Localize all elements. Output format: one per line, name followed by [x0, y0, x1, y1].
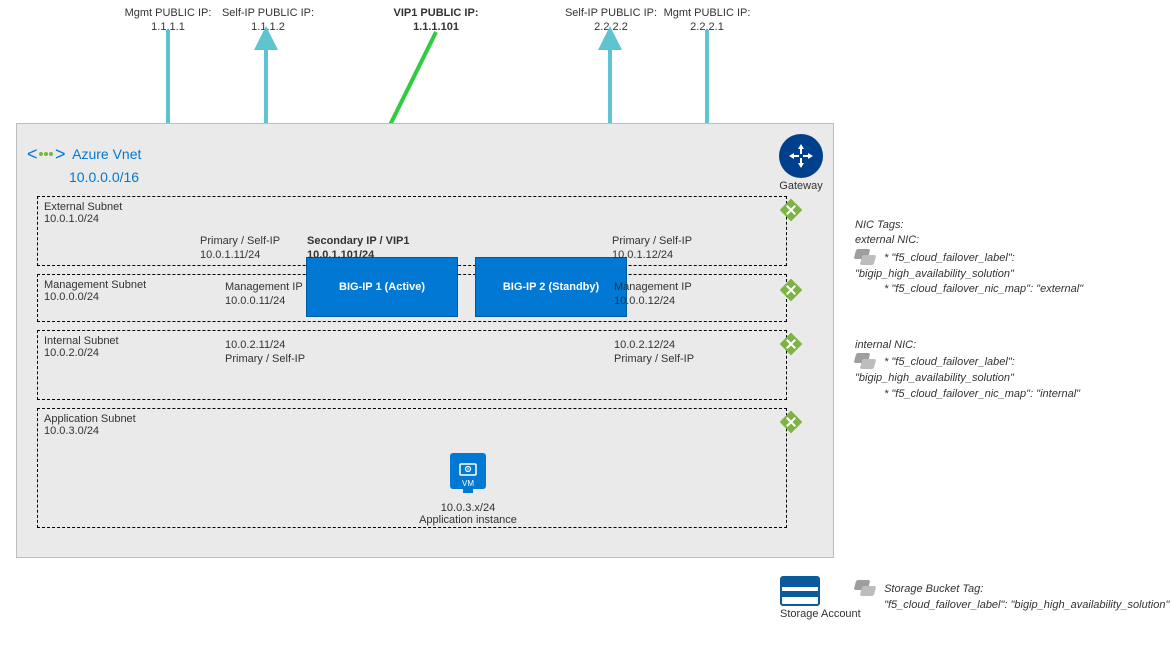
internal-nic-header: internal NIC: — [855, 338, 1171, 353]
external-nic-header: external NIC: — [855, 233, 1171, 248]
int-tag-2: * "f5_cloud_failover_nic_map": "internal… — [884, 388, 1080, 400]
application-subnet: Application Subnet 10.0.3.0/24 VM 10.0.3… — [37, 408, 787, 528]
azure-vnet-container: <> Azure Vnet 10.0.0.0/16 External Subne… — [16, 123, 834, 558]
vnet-icon: <> — [27, 142, 65, 169]
tag-icon — [855, 353, 877, 371]
svg-text:>: > — [55, 144, 65, 164]
internal-nic-tags: internal NIC: * "f5_cloud_failover_label… — [855, 338, 1171, 402]
storage-tag-value: "f5_cloud_failover_label": "bigip_high_a… — [884, 599, 1169, 611]
mgmt2-nic: Management IP 10.0.0.12/24 — [614, 280, 692, 309]
storage-icon — [780, 576, 820, 606]
external-nic-tags: NIC Tags: external NIC: * "f5_cloud_fail… — [855, 218, 1171, 298]
bigip-1-active: BIG-IP 1 (Active) — [306, 257, 458, 317]
ext-primary1-nic: Primary / Self-IP 10.0.1.11/24 — [200, 234, 280, 263]
int-tag-1: * "f5_cloud_failover_label": "bigip_high… — [855, 356, 1015, 384]
nic-tags-header: NIC Tags: — [855, 218, 1171, 233]
ext-tag-2: * "f5_cloud_failover_nic_map": "external… — [884, 283, 1083, 295]
vnet-header: <> Azure Vnet 10.0.0.0/16 — [27, 142, 141, 185]
storage-bucket-tag: Storage Bucket Tag: "f5_cloud_failover_l… — [855, 580, 1169, 613]
int1-nic: 10.0.2.11/24 Primary / Self-IP — [225, 338, 305, 367]
int2-nic: 10.0.2.12/24 Primary / Self-IP — [614, 338, 694, 367]
gateway: Gateway — [779, 134, 823, 192]
tag-icon — [855, 580, 877, 598]
ext-vip-nic: Secondary IP / VIP1 10.0.1.101/24 — [307, 234, 410, 263]
vm-text: VM — [418, 479, 518, 488]
bigip-2-standby: BIG-IP 2 (Standby) — [475, 257, 627, 317]
ext-tag-1: * "f5_cloud_failover_label": "bigip_high… — [855, 252, 1015, 280]
svg-text:<: < — [27, 144, 38, 164]
vnet-cidr: 10.0.0.0/16 — [69, 169, 139, 185]
app-label: Application instance — [418, 514, 518, 526]
storage-account: Storage Account — [780, 576, 861, 620]
bigip-1-label: BIG-IP 1 (Active) — [339, 281, 425, 293]
gateway-icon — [779, 134, 823, 178]
storage-tag-header: Storage Bucket Tag: — [884, 583, 983, 595]
internal-subnet-label: Internal Subnet 10.0.2.0/24 — [44, 335, 119, 359]
external-subnet-label: External Subnet 10.0.1.0/24 — [44, 201, 122, 225]
app-ip: 10.0.3.x/24 — [418, 502, 518, 514]
mgmt1-nic: Management IP 10.0.0.11/24 — [225, 280, 303, 309]
management-subnet-label: Management Subnet 10.0.0.0/24 — [44, 279, 146, 303]
bigip-2-label: BIG-IP 2 (Standby) — [503, 281, 599, 293]
vnet-title: Azure Vnet — [72, 146, 141, 162]
ext-primary2-nic: Primary / Self-IP 10.0.1.12/24 — [612, 234, 692, 263]
storage-label: Storage Account — [780, 608, 861, 620]
gateway-label: Gateway — [779, 180, 823, 192]
application-subnet-label: Application Subnet 10.0.3.0/24 — [44, 413, 136, 437]
tag-icon — [855, 249, 877, 267]
application-instance: VM 10.0.3.x/24 Application instance — [418, 453, 518, 526]
